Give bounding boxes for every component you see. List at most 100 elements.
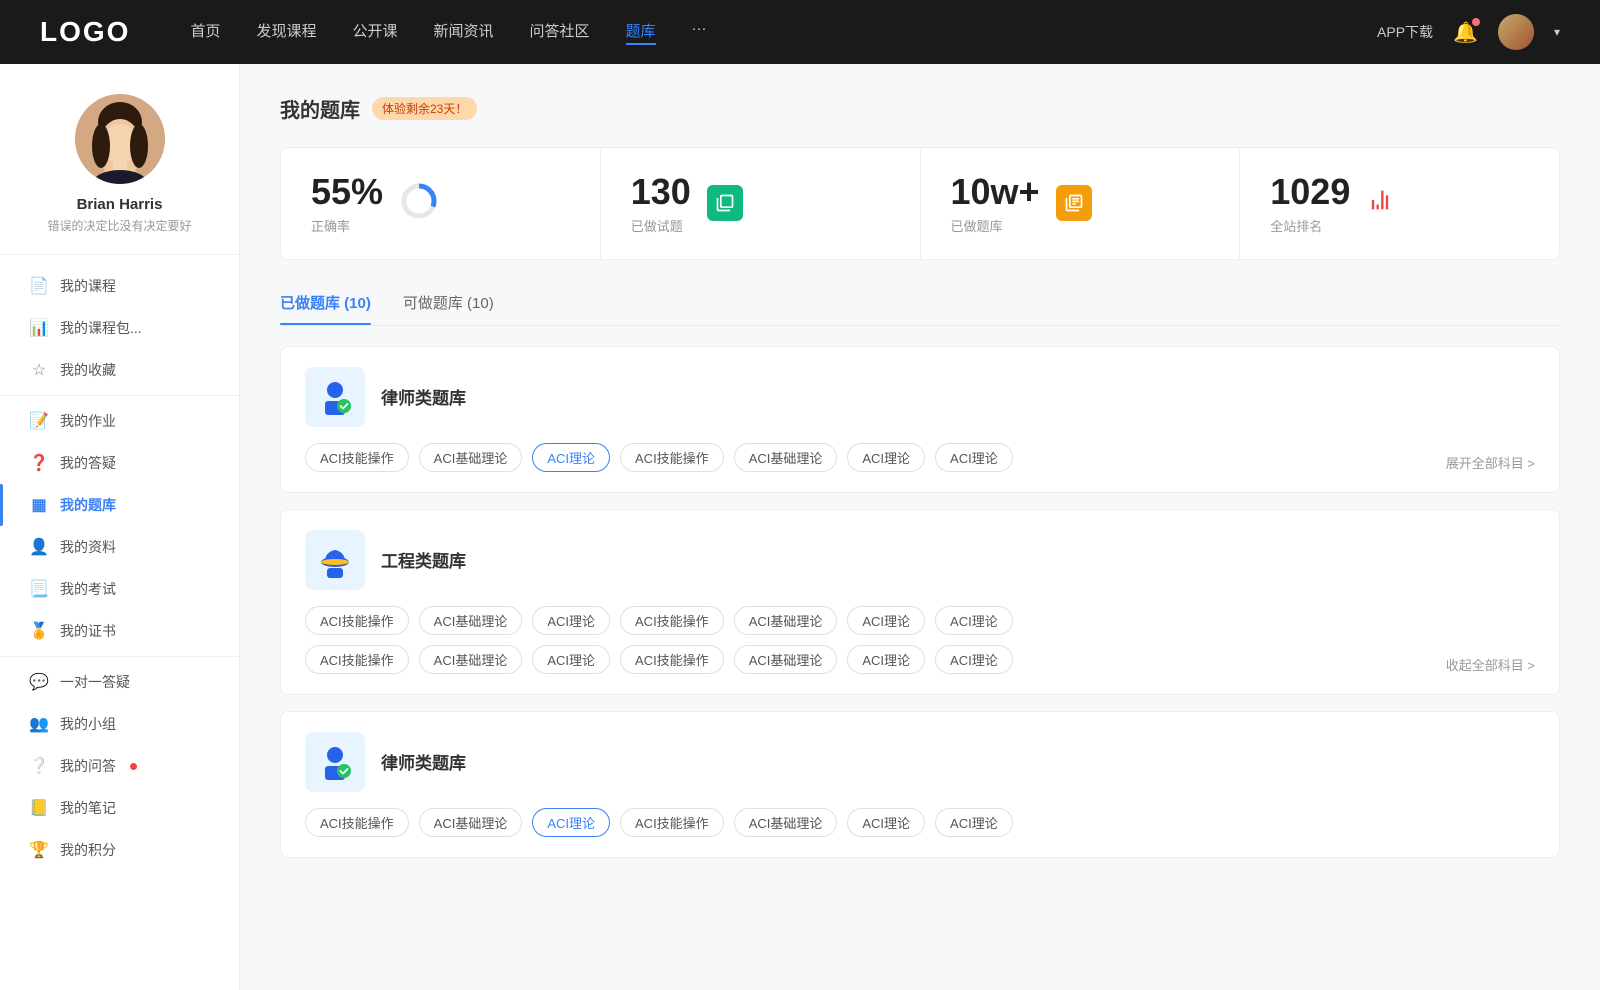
tag[interactable]: ACI基础理论	[734, 606, 838, 635]
sidebar-item-course-package[interactable]: 📊 我的课程包...	[0, 307, 239, 349]
tag[interactable]: ACI技能操作	[620, 645, 724, 674]
card-icon-lawyer-2	[305, 732, 365, 792]
tag[interactable]: ACI基础理论	[734, 443, 838, 472]
tab-available-banks[interactable]: 可做题库 (10)	[403, 284, 494, 325]
menu-label: 我的资料	[60, 537, 116, 557]
tab-done-banks[interactable]: 已做题库 (10)	[280, 284, 371, 325]
menu-label: 我的课程包...	[60, 318, 142, 338]
grid-icon: ▦	[30, 496, 48, 514]
sidebar-item-questions[interactable]: ❔ 我的问答	[0, 745, 239, 787]
page-title: 我的题库	[280, 94, 360, 123]
tag[interactable]: ACI基础理论	[734, 808, 838, 837]
nav-qa[interactable]: 问答社区	[530, 20, 590, 45]
user-avatar-nav[interactable]	[1498, 14, 1534, 50]
nav-news[interactable]: 新闻资讯	[434, 20, 494, 45]
logo: LOGO	[40, 16, 130, 48]
tag[interactable]: ACI技能操作	[305, 606, 409, 635]
tag[interactable]: ACI基础理论	[419, 808, 523, 837]
tag[interactable]: ACI基础理论	[419, 443, 523, 472]
tag[interactable]: ACI理论	[847, 808, 925, 837]
tag[interactable]: ACI理论	[532, 606, 610, 635]
card-header: 律师类题库	[305, 732, 1535, 792]
question-circle-icon: ❓	[30, 454, 48, 472]
sidebar-item-materials[interactable]: 👤 我的资料	[0, 526, 239, 568]
sidebar-item-group[interactable]: 👥 我的小组	[0, 703, 239, 745]
tag[interactable]: ACI基础理论	[734, 645, 838, 674]
tag[interactable]: ACI技能操作	[620, 443, 724, 472]
tabs-row: 已做题库 (10) 可做题库 (10)	[280, 284, 1560, 326]
medal-icon: 🏆	[30, 841, 48, 859]
donut-chart-icon	[399, 181, 439, 226]
sidebar-item-1on1[interactable]: 💬 一对一答疑	[0, 661, 239, 703]
trial-badge: 体验剩余23天！	[372, 97, 477, 120]
help-icon: ❔	[30, 757, 48, 775]
card-header: 工程类题库	[305, 530, 1535, 590]
expand-link-lawyer-1[interactable]: 展开全部科目 >	[1446, 453, 1535, 472]
menu-label: 我的证书	[60, 621, 116, 641]
menu-label: 我的题库	[60, 495, 116, 515]
sidebar-item-homework[interactable]: 📝 我的作业	[0, 400, 239, 442]
notification-bell[interactable]: 🔔	[1453, 20, 1478, 45]
sidebar-item-qbank[interactable]: ▦ 我的题库	[0, 484, 239, 526]
tag[interactable]: ACI理论	[847, 443, 925, 472]
stat-label-banks: 已做题库	[951, 216, 1040, 235]
chat-icon: 💬	[30, 673, 48, 691]
user-dropdown-arrow[interactable]: ▾	[1554, 25, 1560, 39]
tag[interactable]: ACI基础理论	[419, 645, 523, 674]
nav-discover[interactable]: 发现课程	[256, 20, 316, 45]
certificate-icon: 🏅	[30, 622, 48, 640]
card-icon-lawyer	[305, 367, 365, 427]
tag[interactable]: ACI理论	[847, 606, 925, 635]
menu-label: 我的小组	[60, 714, 116, 734]
bar-chart-icon: 📊	[30, 319, 48, 337]
stat-ranking: 1029 全站排名	[1240, 148, 1559, 259]
profile-section: Brian Harris 错误的决定比没有决定要好	[0, 64, 239, 255]
tag[interactable]: ACI技能操作	[305, 808, 409, 837]
collapse-link-engineer[interactable]: 收起全部科目 >	[1446, 655, 1535, 674]
menu-label: 我的问答	[60, 756, 116, 776]
tag[interactable]: ACI技能操作	[620, 606, 724, 635]
page-header: 我的题库 体验剩余23天！	[280, 94, 1560, 123]
tag[interactable]: ACI理论	[935, 808, 1013, 837]
tag[interactable]: ACI理论	[847, 645, 925, 674]
sidebar-item-points[interactable]: 🏆 我的积分	[0, 829, 239, 871]
stat-number-rank: 1029	[1270, 172, 1350, 212]
menu-label: 我的答疑	[60, 453, 116, 473]
tag[interactable]: ACI基础理论	[419, 606, 523, 635]
navbar-right: APP下载 🔔 ▾	[1377, 14, 1560, 50]
tag-active[interactable]: ACI理论	[532, 443, 610, 472]
tags-row-engineer-1: ACI技能操作 ACI基础理论 ACI理论 ACI技能操作 ACI基础理论 AC…	[305, 606, 1535, 635]
tag[interactable]: ACI理论	[935, 645, 1013, 674]
group-icon: 👥	[30, 715, 48, 733]
nav-links: 首页 发现课程 公开课 新闻资讯 问答社区 题库 ···	[190, 20, 1377, 45]
tag[interactable]: ACI技能操作	[620, 808, 724, 837]
menu-label: 一对一答疑	[60, 672, 130, 692]
sidebar-item-qa[interactable]: ❓ 我的答疑	[0, 442, 239, 484]
people-icon: 👤	[30, 538, 48, 556]
notebook-icon: 📒	[30, 799, 48, 817]
sidebar-item-courses[interactable]: 📄 我的课程	[0, 265, 239, 307]
sidebar-item-exam[interactable]: 📃 我的考试	[0, 568, 239, 610]
stat-number-done: 130	[631, 172, 691, 212]
star-icon: ☆	[30, 361, 48, 379]
sidebar-item-certificate[interactable]: 🏅 我的证书	[0, 610, 239, 652]
card-header: 律师类题库	[305, 367, 1535, 427]
nav-qbank[interactable]: 题库	[626, 20, 656, 45]
nav-home[interactable]: 首页	[190, 20, 220, 45]
stat-label-rank: 全站排名	[1270, 216, 1350, 235]
tag[interactable]: ACI技能操作	[305, 443, 409, 472]
tag-active[interactable]: ACI理论	[532, 808, 610, 837]
tag[interactable]: ACI理论	[532, 645, 610, 674]
app-download[interactable]: APP下载	[1377, 22, 1433, 42]
stat-text: 55% 正确率	[311, 172, 383, 235]
nav-opencourse[interactable]: 公开课	[352, 20, 397, 45]
tag[interactable]: ACI理论	[935, 443, 1013, 472]
sidebar-divider-1	[0, 395, 239, 396]
tag[interactable]: ACI理论	[935, 606, 1013, 635]
tag[interactable]: ACI技能操作	[305, 645, 409, 674]
stat-done-questions: 130 已做试题	[601, 148, 921, 259]
sidebar-item-favorites[interactable]: ☆ 我的收藏	[0, 349, 239, 391]
bar-chart-red-icon	[1366, 186, 1394, 221]
nav-more[interactable]: ···	[692, 20, 707, 45]
sidebar-item-notes[interactable]: 📒 我的笔记	[0, 787, 239, 829]
